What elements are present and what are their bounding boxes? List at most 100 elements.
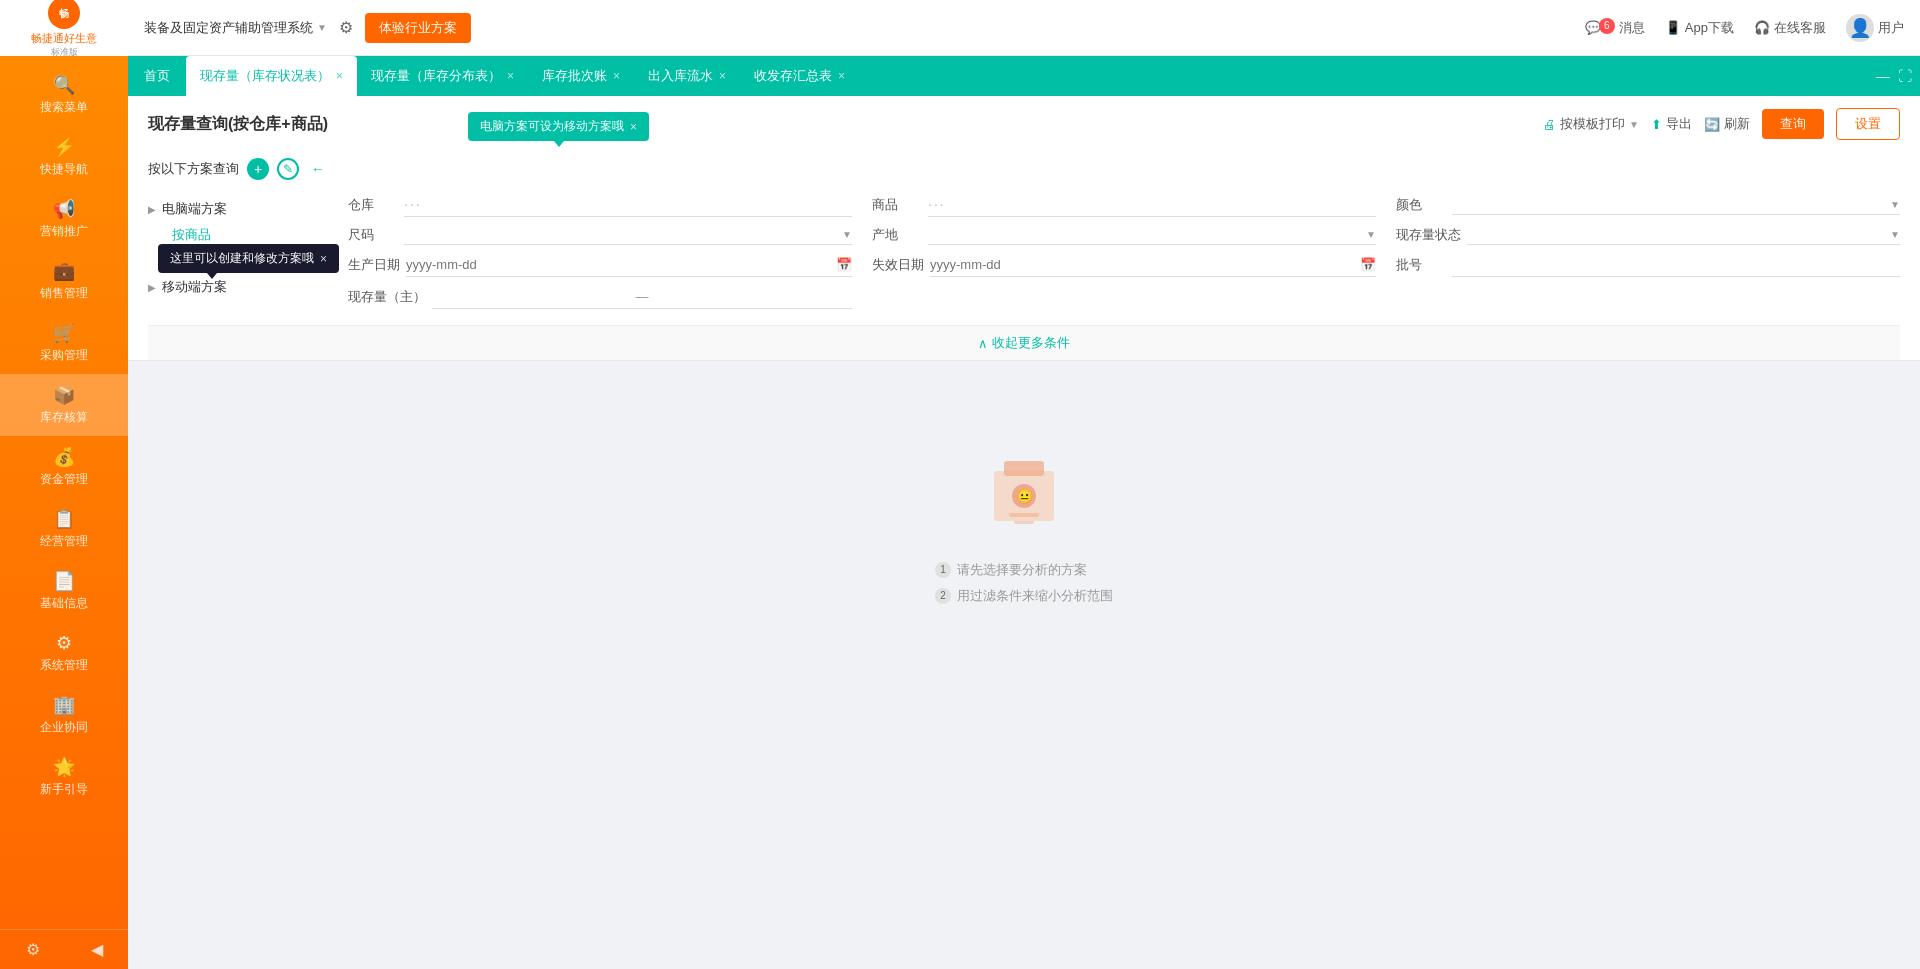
- sales-icon: 💼: [53, 260, 75, 282]
- sidebar-item-marketing[interactable]: 📢 营销推广: [0, 188, 128, 250]
- origin-select[interactable]: ▼: [928, 225, 1376, 245]
- sidebar-item-inventory[interactable]: 📦 库存核算: [0, 374, 128, 436]
- warehouse-label: 仓库: [348, 196, 398, 214]
- collapse-label: 收起更多条件: [992, 334, 1070, 352]
- tab-close-icon[interactable]: ×: [838, 69, 845, 83]
- user-btn[interactable]: 👤 用户: [1846, 14, 1904, 42]
- filter-add-button[interactable]: +: [247, 158, 269, 180]
- color-label: 颜色: [1396, 196, 1446, 214]
- filter-fields-area: 仓库 ··· 商品 ···: [348, 192, 1900, 317]
- tab-inventory-status[interactable]: 现存量（库存状况表） ×: [186, 56, 357, 96]
- sidebar: 畅 畅捷通好生意 标准版 🔍 搜索菜单 ⚡ 快捷导航 📢 营销推广 💼 销售管理…: [0, 0, 128, 969]
- sidebar-item-label: 库存核算: [40, 409, 88, 426]
- tab-close-icon[interactable]: ×: [336, 69, 343, 83]
- filter-field-origin: 产地 ▼: [872, 225, 1376, 245]
- message-btn[interactable]: 💬 6 消息: [1585, 19, 1645, 37]
- app-download-btn[interactable]: 📱 App下载: [1665, 19, 1734, 37]
- chevron-down-icon: ▼: [842, 229, 852, 240]
- print-template-btn[interactable]: 🖨 按模板打印 ▼: [1543, 115, 1639, 133]
- size-select[interactable]: ▼: [404, 225, 852, 245]
- online-service-btn[interactable]: 🎧 在线客服: [1754, 19, 1826, 37]
- stock-main-from[interactable]: [432, 289, 632, 304]
- tab-inout-flow[interactable]: 出入库流水 ×: [634, 56, 740, 96]
- sidebar-settings-btn[interactable]: ⚙: [26, 940, 40, 959]
- stock-main-range: —: [432, 285, 852, 309]
- expire-date-label: 失效日期: [872, 256, 924, 274]
- tip-1-text: 请先选择要分析的方案: [957, 557, 1087, 583]
- topbar-left: 装备及固定资产辅助管理系统 ▼ ⚙ 体验行业方案: [144, 13, 471, 43]
- scheme-row-pc[interactable]: ▶ 电脑端方案: [148, 196, 348, 222]
- sidebar-item-base-info[interactable]: 📄 基础信息: [0, 560, 128, 622]
- refresh-btn[interactable]: 🔄 刷新: [1704, 115, 1750, 133]
- tab-close-icon[interactable]: ×: [507, 69, 514, 83]
- print-label: 按模板打印: [1560, 115, 1625, 133]
- quicknav-icon: ⚡: [53, 136, 75, 158]
- tab-home[interactable]: 首页: [128, 56, 186, 96]
- online-service-label: 在线客服: [1774, 19, 1826, 37]
- export-btn[interactable]: ⬆ 导出: [1651, 115, 1692, 133]
- goods-select[interactable]: ···: [928, 192, 1376, 217]
- scheme-mobile-label: 移动端方案: [162, 278, 227, 296]
- filter-edit-btn[interactable]: ✎: [277, 158, 299, 180]
- tabbar-actions: — ⛶: [1868, 68, 1920, 84]
- baseinfo-icon: 📄: [53, 570, 75, 592]
- sidebar-collapse-btn[interactable]: ◀: [91, 940, 103, 959]
- sidebar-item-guide[interactable]: 🌟 新手引导: [0, 746, 128, 808]
- sidebar-item-assets[interactable]: 💰 资金管理: [0, 436, 128, 498]
- topbar-settings-icon[interactable]: ⚙: [339, 18, 353, 37]
- expire-date-input[interactable]: [930, 257, 1356, 272]
- expire-date-input-wrap[interactable]: 📅: [930, 253, 1376, 277]
- tab-label: 收发存汇总表: [754, 67, 832, 85]
- tooltip-pc-to-mobile: 电脑方案可设为移动方案哦 ×: [468, 112, 649, 141]
- tab-close-icon[interactable]: ×: [719, 69, 726, 83]
- tab-batch-ledger[interactable]: 库存批次账 ×: [528, 56, 634, 96]
- empty-tip-2: 2 用过滤条件来缩小分析范围: [935, 583, 1113, 609]
- filter-label: 按以下方案查询: [148, 160, 239, 178]
- sidebar-item-sales[interactable]: 💼 销售管理: [0, 250, 128, 312]
- sidebar-item-quick-nav[interactable]: ⚡ 快捷导航: [0, 126, 128, 188]
- system-selector[interactable]: 装备及固定资产辅助管理系统 ▼: [144, 19, 327, 37]
- sidebar-item-enterprise[interactable]: 🏢 企业协同: [0, 684, 128, 746]
- sidebar-item-system[interactable]: ⚙ 系统管理: [0, 622, 128, 684]
- calendar-icon[interactable]: 📅: [836, 257, 852, 272]
- produce-date-input[interactable]: [406, 257, 832, 272]
- stock-main-to[interactable]: [653, 289, 853, 304]
- tab-inventory-dist[interactable]: 现存量（库存分布表） ×: [357, 56, 528, 96]
- sidebar-item-label: 系统管理: [40, 657, 88, 674]
- batch-no-input[interactable]: [1452, 253, 1900, 277]
- experience-button[interactable]: 体验行业方案: [365, 13, 471, 43]
- main-area: 装备及固定资产辅助管理系统 ▼ ⚙ 体验行业方案 💬 6 消息 📱 App下载 …: [128, 0, 1920, 969]
- scheme-row-mobile[interactable]: ▶ 移动端方案: [148, 274, 348, 300]
- refresh-label: 刷新: [1724, 115, 1750, 133]
- sidebar-item-label: 经营管理: [40, 533, 88, 550]
- collapse-filter-btn[interactable]: ∧ 收起更多条件: [148, 325, 1900, 360]
- produce-date-input-wrap[interactable]: 📅: [406, 253, 852, 277]
- query-button[interactable]: 查询: [1762, 109, 1824, 139]
- filter-field-stock-main: 现存量（主） —: [348, 285, 852, 309]
- filter-dots: ···: [928, 196, 946, 212]
- tab-close-icon[interactable]: ×: [613, 69, 620, 83]
- tooltip-close-icon2[interactable]: ×: [320, 252, 327, 266]
- guide-icon: 🌟: [53, 756, 75, 778]
- calendar-icon[interactable]: 📅: [1360, 257, 1376, 272]
- page-header: 现存量查询(按仓库+商品) 🖨 按模板打印 ▼ ⬆ 导出 🔄 刷新: [128, 96, 1920, 361]
- tooltip-create-scheme: 这里可以创建和修改方案哦 ×: [158, 244, 339, 273]
- filter-back-btn[interactable]: ←: [307, 158, 329, 180]
- sidebar-item-operations[interactable]: 📋 经营管理: [0, 498, 128, 560]
- purchase-icon: 🛒: [53, 322, 75, 344]
- sidebar-item-purchase[interactable]: 🛒 采购管理: [0, 312, 128, 374]
- tooltip-close-icon[interactable]: ×: [630, 120, 637, 134]
- set-button[interactable]: 设置: [1836, 108, 1900, 140]
- tab-maximize-btn[interactable]: ⛶: [1898, 68, 1912, 84]
- warehouse-select[interactable]: ···: [404, 192, 852, 217]
- chevron-down-icon: ▼: [317, 22, 327, 33]
- inventory-icon: 📦: [53, 384, 75, 406]
- app-download-label: App下载: [1685, 19, 1734, 37]
- sidebar-item-search[interactable]: 🔍 搜索菜单: [0, 64, 128, 126]
- origin-label: 产地: [872, 226, 922, 244]
- tab-receive-send[interactable]: 收发存汇总表 ×: [740, 56, 859, 96]
- stock-status-select[interactable]: ▼: [1467, 225, 1900, 245]
- color-select[interactable]: ▼: [1452, 195, 1900, 215]
- filter-field-color: 颜色 ▼: [1396, 192, 1900, 217]
- tab-minimize-btn[interactable]: —: [1876, 68, 1890, 84]
